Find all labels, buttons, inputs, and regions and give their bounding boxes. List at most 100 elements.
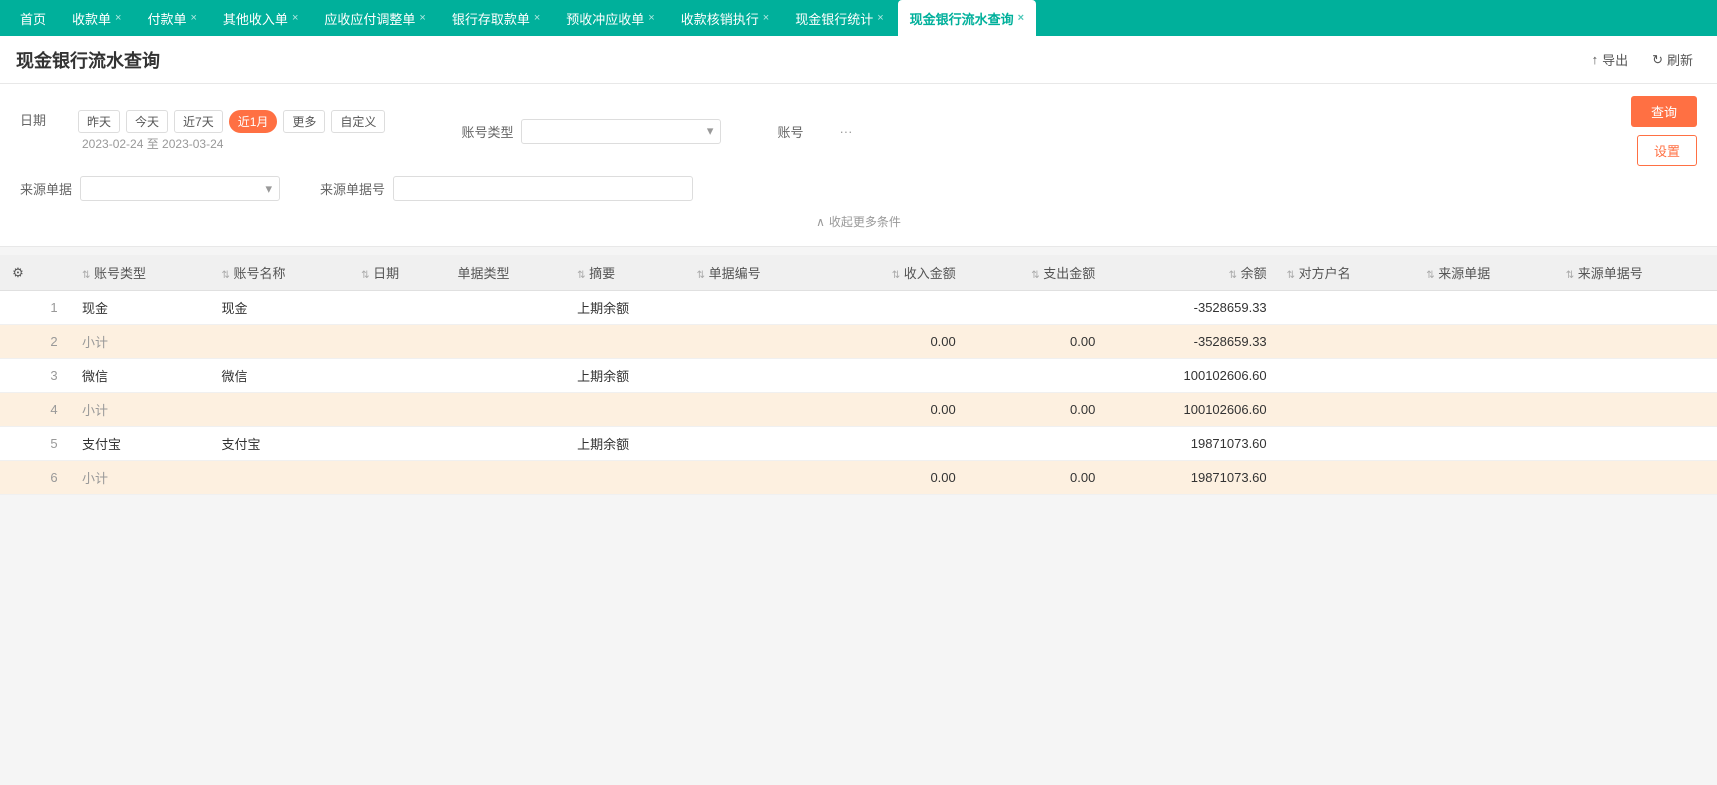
sort-icon: ⇅	[697, 270, 705, 281]
refresh-icon: ↻	[1652, 52, 1663, 68]
source-doc-num-label: 来源单据号	[320, 179, 385, 198]
source-doc-select[interactable]	[80, 176, 280, 201]
col-num	[36, 255, 72, 291]
close-icon[interactable]: ×	[292, 12, 298, 24]
collapse-bar[interactable]: ∧ 收起更多条件	[20, 209, 1697, 234]
nav-item-cashflow[interactable]: 现金银行流水查询 ×	[898, 0, 1036, 36]
col-source-doc[interactable]: ⇅ 来源单据	[1416, 255, 1556, 291]
date-btn-yesterday[interactable]: 昨天	[78, 110, 120, 133]
table-row[interactable]: 5支付宝支付宝上期余额19871073.60	[0, 427, 1717, 461]
nav-item-stats[interactable]: 现金银行统计 ×	[783, 0, 895, 36]
filter-area: 日期 昨天 今天 近7天 近1月 更多 自定义 2023-02-24 至 202…	[0, 84, 1717, 247]
col-expense[interactable]: ⇅ 支出金额	[966, 255, 1106, 291]
date-btn-1month[interactable]: 近1月	[229, 110, 278, 133]
table-cell	[966, 427, 1106, 461]
table-cell	[567, 325, 687, 359]
col-doc-no[interactable]: ⇅ 单据编号	[687, 255, 827, 291]
table-cell	[447, 359, 567, 393]
table-cell: 1	[36, 291, 72, 325]
col-source-doc-no[interactable]: ⇅ 来源单据号	[1556, 255, 1717, 291]
filter-group-source-doc: 来源单据	[20, 176, 280, 201]
sort-icon: ⇅	[1566, 270, 1574, 281]
table-cell: -3528659.33	[1105, 291, 1276, 325]
col-settings[interactable]: ⚙	[0, 255, 36, 291]
nav-item-payment[interactable]: 付款单 ×	[135, 0, 208, 36]
nav-item-home[interactable]: 首页	[8, 0, 58, 36]
table-cell	[687, 325, 827, 359]
table-cell	[447, 393, 567, 427]
table-cell	[351, 325, 447, 359]
date-btn-custom[interactable]: 自定义	[331, 110, 385, 133]
col-income[interactable]: ⇅ 收入金额	[826, 255, 966, 291]
close-icon[interactable]: ×	[534, 12, 540, 24]
table-row[interactable]: 4小计0.000.00100102606.60	[0, 393, 1717, 427]
nav-item-adjustment[interactable]: 应收应付调整单 ×	[312, 0, 437, 36]
table-cell	[567, 461, 687, 495]
sort-icon: ⇅	[1229, 270, 1237, 281]
export-button[interactable]: ↑ 导出	[1584, 46, 1637, 73]
col-account-name[interactable]: ⇅ 账号名称	[212, 255, 352, 291]
source-doc-num-input[interactable]	[393, 176, 693, 201]
col-counterpart[interactable]: ⇅ 对方户名	[1277, 255, 1417, 291]
page-title: 现金银行流水查询	[16, 47, 160, 73]
table-container: ⚙ ⇅ 账号类型 ⇅ 账号名称 ⇅ 日期 单据类型 ⇅ 摘要 ⇅ 单据编号	[0, 255, 1717, 495]
account-more-btn[interactable]: ···	[835, 124, 856, 139]
page-header: 现金银行流水查询 ↑ 导出 ↻ 刷新	[0, 36, 1717, 84]
nav-item-collection[interactable]: 收款核销执行 ×	[669, 0, 781, 36]
close-icon[interactable]: ×	[877, 12, 883, 24]
table-row[interactable]: 6小计0.000.0019871073.60	[0, 461, 1717, 495]
refresh-button[interactable]: ↻ 刷新	[1644, 46, 1701, 73]
close-icon[interactable]: ×	[115, 12, 121, 24]
table-row[interactable]: 2小计0.000.00-3528659.33	[0, 325, 1717, 359]
table-row[interactable]: 3微信微信上期余额100102606.60	[0, 359, 1717, 393]
table-cell: 100102606.60	[1105, 359, 1276, 393]
table-cell: 上期余额	[567, 359, 687, 393]
nav-item-receipt[interactable]: 收款单 ×	[60, 0, 133, 36]
table-cell: 支付宝	[72, 427, 212, 461]
account-type-label: 账号类型	[461, 122, 513, 141]
table-cell	[1277, 461, 1417, 495]
source-doc-label: 来源单据	[20, 179, 72, 198]
col-account-type[interactable]: ⇅ 账号类型	[72, 255, 212, 291]
close-icon[interactable]: ×	[1018, 12, 1024, 24]
table-cell	[447, 427, 567, 461]
filter-actions: 查询 设置	[1631, 96, 1697, 166]
table-cell	[1556, 325, 1717, 359]
table-cell	[351, 427, 447, 461]
col-balance[interactable]: ⇅ 余额	[1105, 255, 1276, 291]
table-cell	[1556, 461, 1717, 495]
query-button[interactable]: 查询	[1631, 96, 1697, 127]
table-row[interactable]: 1现金现金上期余额-3528659.33	[0, 291, 1717, 325]
close-icon[interactable]: ×	[419, 12, 425, 24]
table-cell: 0.00	[826, 393, 966, 427]
nav-item-prepay[interactable]: 预收冲应收单 ×	[554, 0, 666, 36]
date-btn-7days[interactable]: 近7天	[174, 110, 223, 133]
close-icon[interactable]: ×	[190, 12, 196, 24]
account-label: 账号	[777, 122, 827, 141]
table-cell	[1556, 359, 1717, 393]
table-cell: 0.00	[966, 325, 1106, 359]
sort-icon: ⇅	[82, 270, 90, 281]
account-type-select[interactable]: 现金 微信 支付宝	[521, 119, 721, 144]
settings-button[interactable]: 设置	[1637, 135, 1697, 166]
date-btn-more[interactable]: 更多	[283, 110, 325, 133]
date-btn-today[interactable]: 今天	[126, 110, 168, 133]
table-cell: 0.00	[966, 393, 1106, 427]
table-body: 1现金现金上期余额-3528659.332小计0.000.00-3528659.…	[0, 291, 1717, 495]
table-cell: 3	[36, 359, 72, 393]
nav-item-other-income[interactable]: 其他收入单 ×	[211, 0, 310, 36]
table-cell	[966, 359, 1106, 393]
filter-row-second: 来源单据 来源单据号	[20, 176, 1697, 201]
date-range: 2023-02-24 至 2023-03-24	[82, 135, 385, 152]
table-cell: 支付宝	[212, 427, 352, 461]
close-icon[interactable]: ×	[763, 12, 769, 24]
nav-item-bank-deposit[interactable]: 银行存取款单 ×	[440, 0, 552, 36]
col-summary[interactable]: ⇅ 摘要	[567, 255, 687, 291]
sort-icon: ⇅	[361, 270, 369, 281]
col-date[interactable]: ⇅ 日期	[351, 255, 447, 291]
close-icon[interactable]: ×	[648, 12, 654, 24]
date-shortcuts: 昨天 今天 近7天 近1月 更多 自定义	[78, 110, 385, 133]
table-cell	[1277, 359, 1417, 393]
table-cell: 微信	[72, 359, 212, 393]
table-cell: 上期余额	[567, 427, 687, 461]
